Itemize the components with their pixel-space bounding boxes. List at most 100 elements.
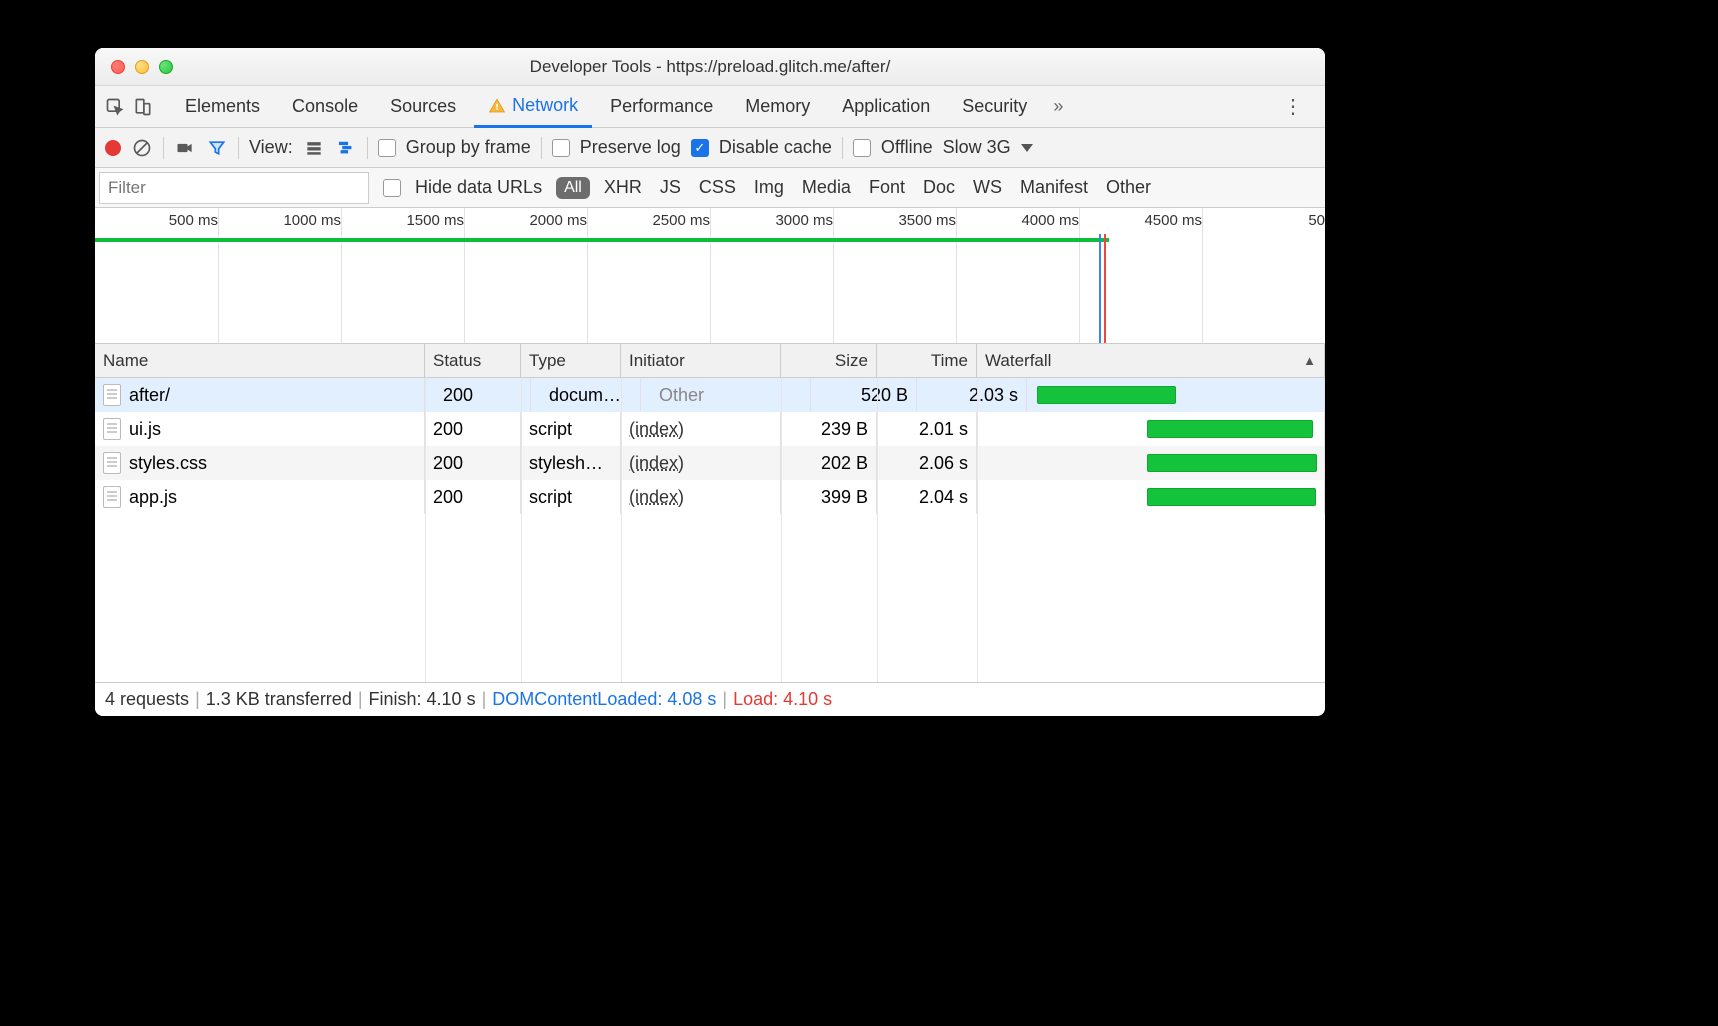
network-toolbar: View: Group by frame Preserve log ✓ Disa…: [95, 128, 1325, 168]
request-row[interactable]: after/200docum…Other520 B2.03 s: [95, 378, 1325, 412]
inspect-element-icon[interactable]: [103, 97, 127, 117]
col-size[interactable]: Size: [781, 344, 877, 378]
request-initiator[interactable]: Other: [659, 385, 704, 406]
camera-icon[interactable]: [174, 137, 196, 159]
throttling-value: Slow 3G: [943, 137, 1011, 158]
status-transferred: 1.3 KB transferred: [206, 689, 352, 710]
filter-type-xhr[interactable]: XHR: [604, 177, 642, 198]
request-initiator[interactable]: (index): [629, 487, 684, 508]
timeline-tick: 3000 ms: [775, 212, 833, 229]
request-initiator[interactable]: (index): [629, 419, 684, 440]
status-dcl: DOMContentLoaded: 4.08 s: [492, 689, 716, 710]
tab-elements[interactable]: Elements: [171, 86, 274, 127]
tab-security[interactable]: Security: [948, 86, 1041, 127]
filter-type-other[interactable]: Other: [1106, 177, 1151, 198]
timeline-tick: 1500 ms: [406, 212, 464, 229]
load-marker: [1104, 234, 1106, 343]
col-time[interactable]: Time: [877, 344, 977, 378]
request-type: script: [521, 480, 621, 514]
sort-arrow-icon: ▲: [1303, 353, 1316, 368]
tab-network[interactable]: Network: [474, 87, 592, 128]
group-by-frame-checkbox[interactable]: [378, 139, 396, 157]
request-time: 2.06 s: [877, 446, 977, 480]
filter-type-img[interactable]: Img: [754, 177, 784, 198]
grid-body: after/200docum…Other520 B2.03 sui.js200s…: [95, 378, 1325, 682]
large-rows-icon[interactable]: [303, 137, 325, 159]
dcl-marker: [1099, 234, 1101, 343]
request-size: 520 B: [821, 378, 917, 412]
hide-data-urls-checkbox[interactable]: [383, 179, 401, 197]
titlebar: Developer Tools - https://preload.glitch…: [95, 48, 1325, 86]
tab-application[interactable]: Application: [828, 86, 944, 127]
customize-menu-icon[interactable]: ⋮: [1271, 94, 1317, 119]
request-waterfall: [977, 480, 1325, 514]
col-status[interactable]: Status: [425, 344, 521, 378]
timeline-tick: 3500 ms: [898, 212, 956, 229]
preserve-log-checkbox[interactable]: [552, 139, 570, 157]
offline-checkbox[interactable]: [853, 139, 871, 157]
request-size: 399 B: [781, 480, 877, 514]
tab-console[interactable]: Console: [278, 86, 372, 127]
request-waterfall: [977, 446, 1325, 480]
file-icon: [103, 384, 121, 406]
filter-type-doc[interactable]: Doc: [923, 177, 955, 198]
throttling-select[interactable]: Slow 3G: [943, 137, 1033, 158]
request-type: stylesh…: [521, 446, 621, 480]
timeline-activity-bar: [95, 238, 1109, 242]
tab-performance[interactable]: Performance: [596, 86, 727, 127]
view-label: View:: [249, 137, 293, 158]
request-name: app.js: [129, 487, 177, 508]
filter-type-js[interactable]: JS: [660, 177, 681, 198]
col-name[interactable]: Name: [95, 344, 425, 378]
tab-sources[interactable]: Sources: [376, 86, 470, 127]
status-load: Load: 4.10 s: [733, 689, 832, 710]
col-initiator[interactable]: Initiator: [621, 344, 781, 378]
request-row[interactable]: app.js 200script (index) 399 B2.04 s: [95, 480, 1325, 514]
request-row[interactable]: styles.css200stylesh…(index)202 B2.06 s: [95, 446, 1325, 480]
request-size: 239 B: [781, 412, 877, 446]
record-button[interactable]: [105, 140, 121, 156]
request-type: script: [521, 412, 621, 446]
group-by-frame-label: Group by frame: [406, 137, 531, 158]
filter-type-css[interactable]: CSS: [699, 177, 736, 198]
file-icon: [103, 418, 121, 440]
status-finish: Finish: 4.10 s: [369, 689, 476, 710]
clear-icon[interactable]: [131, 137, 153, 159]
disable-cache-checkbox[interactable]: ✓: [691, 139, 709, 157]
filter-bar: Hide data URLs All XHR JS CSS Img Media Font D…: [95, 168, 1325, 208]
request-grid: Name Status Type Initiator Size Time Wat…: [95, 344, 1325, 682]
window-title: Developer Tools - https://preload.glitch…: [95, 57, 1325, 77]
grid-header: Name Status Type Initiator Size Time Wat…: [95, 344, 1325, 378]
devtools-window: Developer Tools - https://preload.glitch…: [95, 48, 1325, 716]
filter-input[interactable]: [99, 172, 369, 204]
timeline-tick: 1000 ms: [283, 212, 341, 229]
waterfall-view-icon[interactable]: [335, 137, 357, 159]
filter-type-all[interactable]: All: [556, 177, 590, 199]
request-row[interactable]: ui.js200script(index)239 B2.01 s: [95, 412, 1325, 446]
request-status: 200: [425, 480, 521, 514]
filter-type-ws[interactable]: WS: [973, 177, 1002, 198]
request-time: 2.01 s: [877, 412, 977, 446]
file-icon: [103, 452, 121, 474]
request-time: 2.04 s: [877, 480, 977, 514]
request-initiator[interactable]: (index): [629, 453, 684, 474]
col-waterfall[interactable]: Waterfall ▲: [977, 344, 1325, 378]
request-name: after/: [129, 385, 170, 406]
preserve-log-label: Preserve log: [580, 137, 681, 158]
request-waterfall: [1037, 378, 1325, 412]
timeline-tick: 4500 ms: [1144, 212, 1202, 229]
filter-funnel-icon[interactable]: [206, 137, 228, 159]
filter-type-manifest[interactable]: Manifest: [1020, 177, 1088, 198]
more-tabs-chevron-icon[interactable]: »: [1045, 96, 1071, 117]
filter-type-font[interactable]: Font: [869, 177, 905, 198]
request-status: 200: [425, 412, 521, 446]
request-status: 200: [425, 446, 521, 480]
tab-memory[interactable]: Memory: [731, 86, 824, 127]
dropdown-triangle-icon: [1021, 144, 1033, 152]
filter-type-media[interactable]: Media: [802, 177, 851, 198]
hide-data-urls-label: Hide data URLs: [415, 177, 542, 198]
timeline-overview[interactable]: 500 ms1000 ms1500 ms2000 ms2500 ms3000 m…: [95, 208, 1325, 344]
device-toolbar-icon[interactable]: [131, 97, 155, 117]
panel-tabs: ElementsConsoleSourcesNetworkPerformance…: [95, 86, 1325, 128]
col-type[interactable]: Type: [521, 344, 621, 378]
